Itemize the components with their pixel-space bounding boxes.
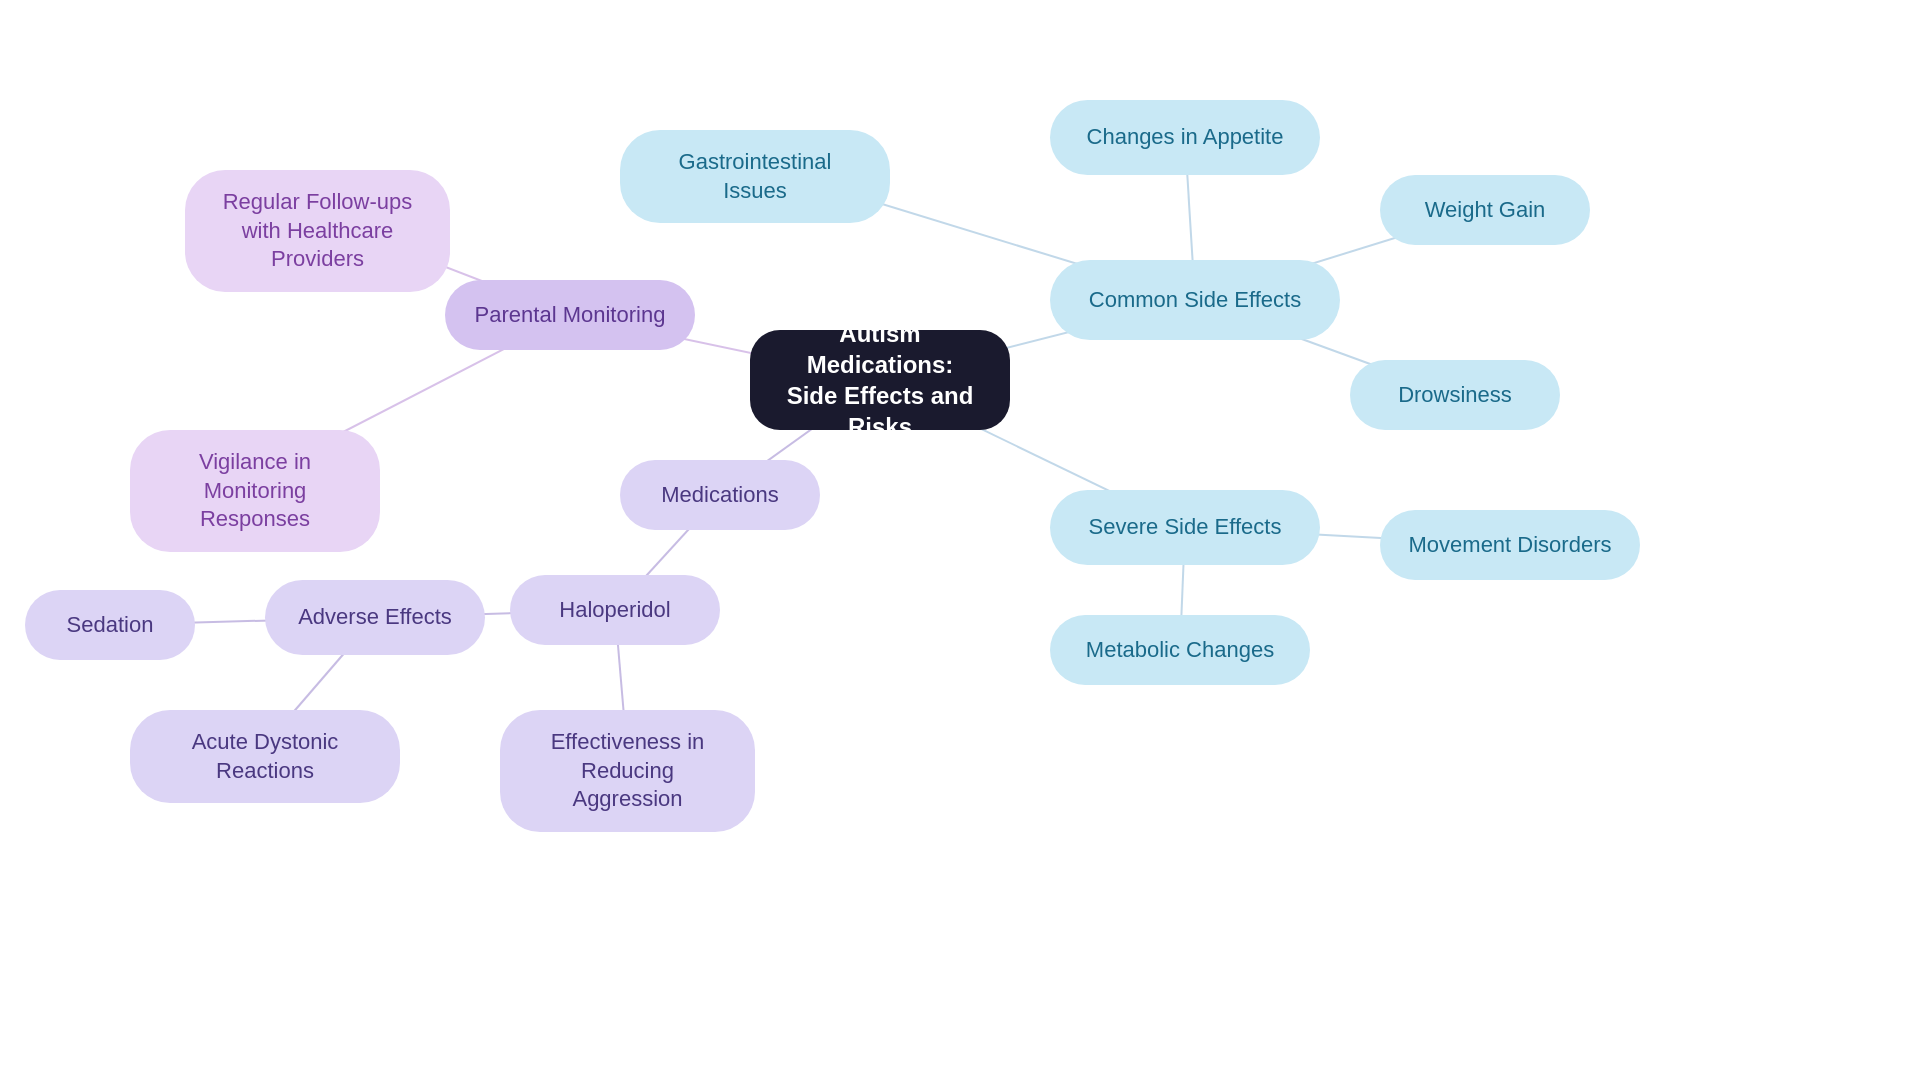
node-effectivenessAggression: Effectiveness in Reducing Aggression <box>500 710 755 832</box>
node-changesInAppetite: Changes in Appetite <box>1050 100 1320 175</box>
node-commonSideEffects: Common Side Effects <box>1050 260 1340 340</box>
node-metabolicChanges: Metabolic Changes <box>1050 615 1310 685</box>
node-haloperidol: Haloperidol <box>510 575 720 645</box>
node-severeSideEffects: Severe Side Effects <box>1050 490 1320 565</box>
mindmap-container: Autism Medications: Side Effects and Ris… <box>0 0 1920 1083</box>
node-adverseEffects: Adverse Effects <box>265 580 485 655</box>
node-center: Autism Medications: Side Effects and Ris… <box>750 330 1010 430</box>
node-weightGain: Weight Gain <box>1380 175 1590 245</box>
node-medications: Medications <box>620 460 820 530</box>
node-regularFollowups: Regular Follow-ups with Healthcare Provi… <box>185 170 450 292</box>
node-acuteDystonic: Acute Dystonic Reactions <box>130 710 400 803</box>
node-gastrointestinalIssues: Gastrointestinal Issues <box>620 130 890 223</box>
node-sedation: Sedation <box>25 590 195 660</box>
node-movementDisorders: Movement Disorders <box>1380 510 1640 580</box>
node-drowsiness: Drowsiness <box>1350 360 1560 430</box>
node-vigilance: Vigilance in Monitoring Responses <box>130 430 380 552</box>
node-parentalMonitoring: Parental Monitoring <box>445 280 695 350</box>
